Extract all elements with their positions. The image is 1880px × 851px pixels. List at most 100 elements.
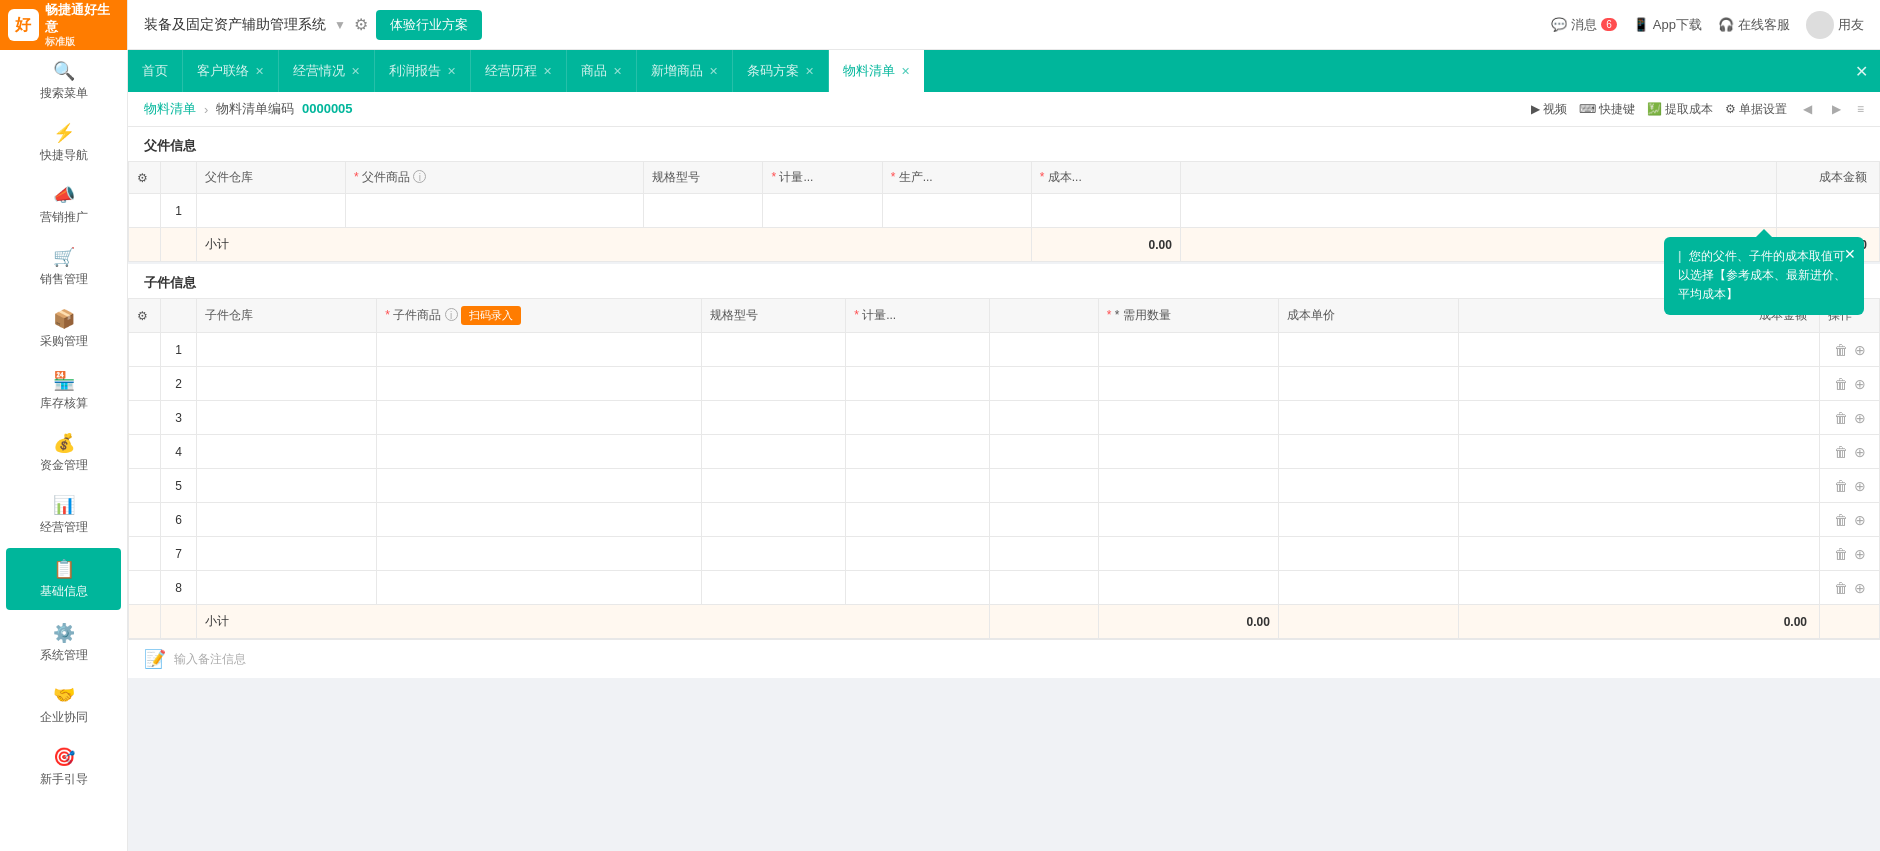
nav-next-button[interactable]: ▶ [1828,100,1845,118]
extract-cost-action[interactable]: 💹 提取成本 [1647,101,1713,118]
flash-icon: ⚡ [53,122,75,144]
delete-icon[interactable]: 🗑 [1834,546,1848,562]
child-row-product[interactable] [377,333,702,367]
tab-new-products[interactable]: 新增商品 ✕ [637,50,733,92]
target-icon: 🎯 [53,746,75,768]
tab-close-icon[interactable]: ✕ [709,65,718,78]
child-row-qty[interactable] [1098,333,1278,367]
subtotal-unit-val: 0.00 [1148,238,1171,252]
delete-icon[interactable]: 🗑 [1834,444,1848,460]
delete-icon[interactable]: 🗑 [1834,478,1848,494]
delete-icon[interactable]: 🗑 [1834,410,1848,426]
sidebar-item-enterprise[interactable]: 🤝 企业协同 [0,674,127,736]
child-row-unit[interactable] [846,333,990,367]
required-star: * [354,170,359,184]
tab-customers[interactable]: 客户联络 ✕ [183,50,279,92]
child-row-spec[interactable] [701,333,845,367]
tab-operations[interactable]: 经营情况 ✕ [279,50,375,92]
nav-prev-button[interactable]: ◀ [1799,100,1816,118]
tab-close-icon[interactable]: ✕ [901,65,910,78]
info-icon[interactable]: i [413,170,426,183]
shortcut-action[interactable]: ⌨ 快捷键 [1579,101,1635,118]
tab-close-icon[interactable]: ✕ [613,65,622,78]
sidebar-item-purchase[interactable]: 📦 采购管理 [0,298,127,360]
breadcrumb-base[interactable]: 物料清单 [144,100,196,118]
tab-close-icon[interactable]: ✕ [351,65,360,78]
row-spec-cell[interactable] [644,194,763,228]
user-button[interactable]: 用友 [1806,11,1864,39]
copy-icon[interactable]: ⊕ [1854,478,1866,494]
scan-input-button[interactable]: 扫码录入 [461,306,521,325]
money-icon: 💰 [53,432,75,454]
tab-bom-label: 物料清单 [843,62,895,80]
row-unit-cell[interactable] [763,194,882,228]
sidebar: 好 畅捷通好生意 标准版 🔍 搜索菜单 ⚡ 快捷导航 📣 营销推广 🛒 销售管理… [0,0,128,851]
child-table-body: 1 🗑 [129,333,1880,639]
tab-home[interactable]: 首页 [128,50,183,92]
view-toggle-button[interactable]: ≡ [1857,102,1864,116]
single-settings-action[interactable]: ⚙ 单据设置 [1725,101,1787,118]
tab-profit[interactable]: 利润报告 ✕ [375,50,471,92]
play-icon: ▶ [1531,102,1540,116]
child-row-unit-price[interactable] [1278,333,1458,367]
bottom-hint-text[interactable]: 输入备注信息 [174,651,246,668]
delete-icon[interactable]: 🗑 [1834,580,1848,596]
tab-bom[interactable]: 物料清单 ✕ [829,50,924,92]
sidebar-item-marketing[interactable]: 📣 营销推广 [0,174,127,236]
delete-icon[interactable]: 🗑 [1834,376,1848,392]
tooltip-close-button[interactable]: ✕ [1844,243,1856,265]
copy-icon[interactable]: ⊕ [1854,546,1866,562]
child-row-warehouse[interactable] [197,333,377,367]
copy-icon[interactable]: ⊕ [1854,376,1866,392]
sidebar-item-inventory[interactable]: 🏪 库存核算 [0,360,127,422]
try-solution-button[interactable]: 体验行业方案 [376,10,482,40]
sidebar-item-finance[interactable]: 💰 资金管理 [0,422,127,484]
bottom-hint-bar: 📝 输入备注信息 [128,639,1880,678]
settings-icon[interactable]: ⚙ [354,15,368,34]
dropdown-arrow-icon[interactable]: ▼ [334,18,346,32]
parent-subtotal-row: 小计 0.00 0.00 [129,228,1880,262]
sidebar-item-sales[interactable]: 🛒 销售管理 [0,236,127,298]
sidebar-item-operations[interactable]: 📊 经营管理 [0,484,127,546]
copy-icon[interactable]: ⊕ [1854,342,1866,358]
child-row-cost-amount [1459,333,1820,367]
sidebar-item-search[interactable]: 🔍 搜索菜单 [0,50,127,112]
row-cost-cell[interactable] [1031,194,1180,228]
tab-close-icon[interactable]: ✕ [805,65,814,78]
tab-home-label: 首页 [142,62,168,80]
tab-close-icon[interactable]: ✕ [447,65,456,78]
info-icon[interactable]: i [445,308,458,321]
tab-history[interactable]: 经营历程 ✕ [471,50,567,92]
child-subtotal-cost-amount: 0.00 [1784,615,1807,629]
copy-icon[interactable]: ⊕ [1854,512,1866,528]
app-download-button[interactable]: 📱 App下载 [1633,16,1702,34]
child-gear-icon[interactable]: ⚙ [137,309,148,323]
sidebar-item-guide[interactable]: 🎯 新手引导 [0,736,127,798]
child-row-gear [129,333,161,367]
tab-products[interactable]: 商品 ✕ [567,50,637,92]
delete-icon[interactable]: 🗑 [1834,512,1848,528]
copy-icon[interactable]: ⊕ [1854,580,1866,596]
message-button[interactable]: 💬 消息 6 [1551,16,1617,34]
copy-icon[interactable]: ⊕ [1854,444,1866,460]
copy-icon[interactable]: ⊕ [1854,410,1866,426]
online-service-button[interactable]: 🎧 在线客服 [1718,16,1790,34]
video-action[interactable]: ▶ 视频 [1531,101,1567,118]
gear-settings-icon[interactable]: ⚙ [137,171,148,185]
sidebar-item-basic-info[interactable]: 📋 基础信息 [6,548,121,610]
child-row-num: 1 [161,333,197,367]
tab-close-icon[interactable]: ✕ [543,65,552,78]
sidebar-item-system[interactable]: ⚙️ 系统管理 [0,612,127,674]
sidebar-item-quick-nav[interactable]: ⚡ 快捷导航 [0,112,127,174]
child-subtotal-qty-cell: 0.00 [1098,605,1278,639]
sidebar-item-label: 系统管理 [40,647,88,664]
row-warehouse-cell[interactable] [197,194,346,228]
breadcrumb: 物料清单 › 物料清单编码 0000005 [144,100,353,118]
tab-close-icon[interactable]: ✕ [255,65,264,78]
row-production-cell[interactable] [882,194,1031,228]
row-product-cell[interactable] [346,194,644,228]
child-section: 子件信息 ⚙ 子件仓库 [128,264,1880,639]
tab-barcode[interactable]: 条码方案 ✕ [733,50,829,92]
close-all-button[interactable]: ✕ [1843,62,1880,81]
delete-icon[interactable]: 🗑 [1834,342,1848,358]
